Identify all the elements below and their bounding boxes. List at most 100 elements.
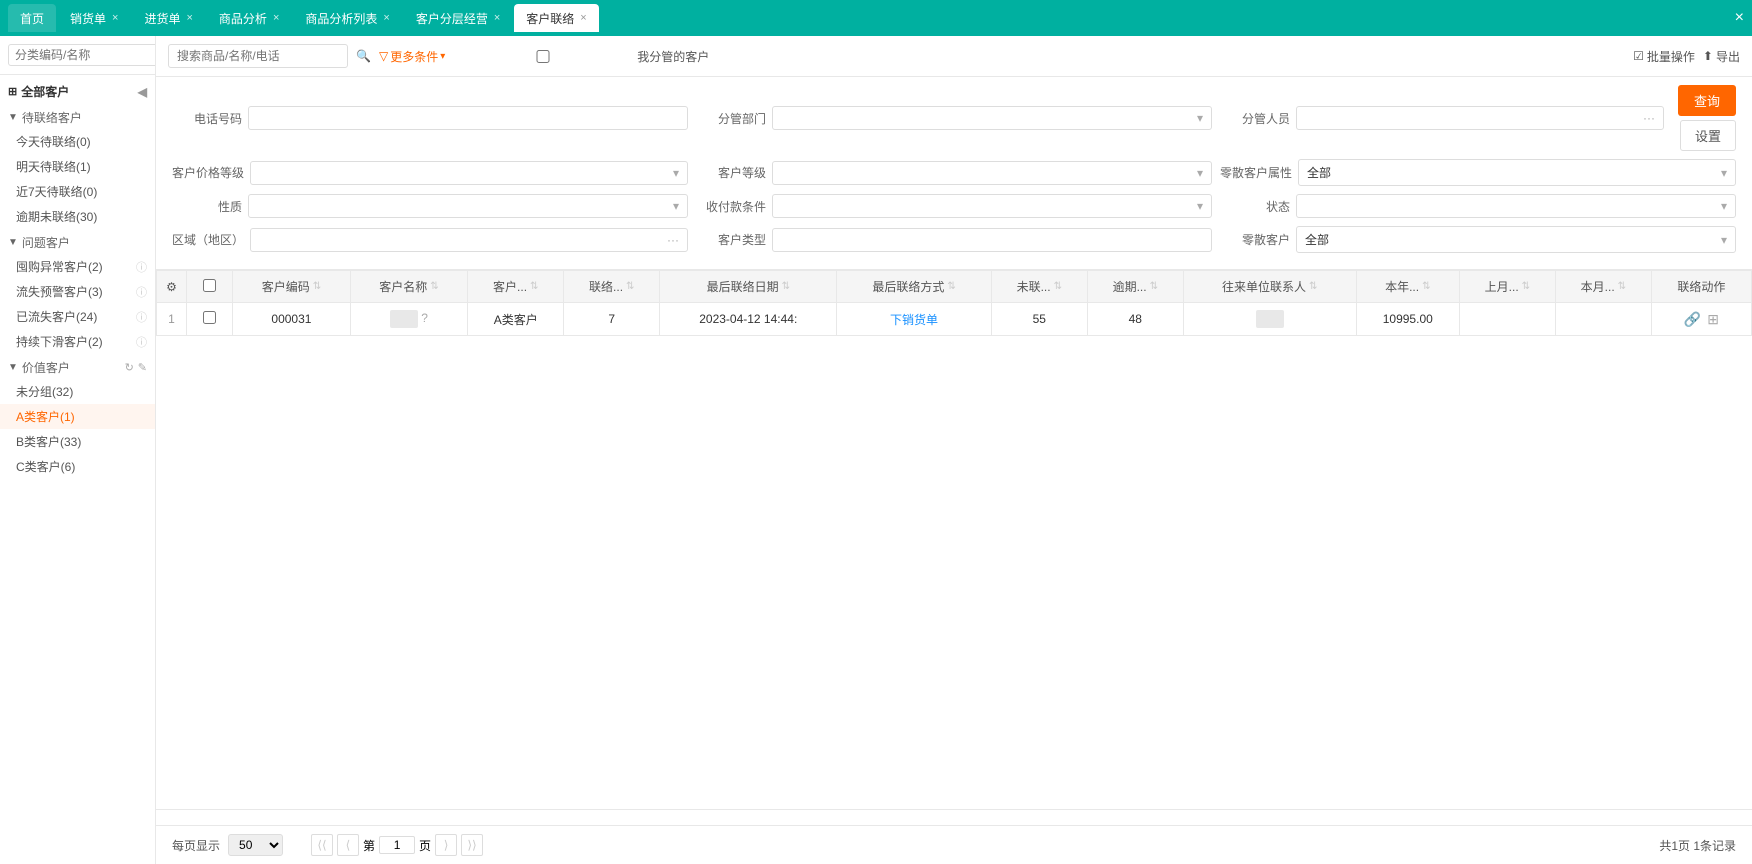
last-page-button[interactable]: ⟩⟩: [461, 834, 483, 856]
refresh-icon[interactable]: ↻: [125, 361, 134, 374]
filter-region-select[interactable]: ···: [250, 228, 688, 252]
select-all-checkbox[interactable]: [203, 279, 216, 292]
action-link-icon[interactable]: 🔗: [1684, 311, 1701, 328]
sidebar-group-problem-customers[interactable]: ▼ 问题客户: [0, 229, 155, 254]
page-size-select[interactable]: 50 20 100: [228, 834, 283, 856]
tab-customer-segment-close[interactable]: ×: [494, 12, 500, 24]
my-customers-checkbox[interactable]: [453, 50, 633, 63]
column-type-sort[interactable]: 客户...⇅: [493, 278, 538, 295]
close-all-tabs[interactable]: ×: [1735, 9, 1744, 27]
edit-icon[interactable]: ✎: [138, 361, 147, 374]
tab-product-analysis-close[interactable]: ×: [273, 12, 279, 24]
column-name-sort[interactable]: 客户名称⇅: [379, 278, 438, 295]
row-checkbox-cell[interactable]: [187, 303, 233, 336]
column-checkbox[interactable]: [187, 271, 233, 303]
row-num: 1: [157, 303, 187, 336]
tab-sales[interactable]: 销货单 ×: [58, 4, 130, 32]
horizontal-scrollbar[interactable]: [156, 809, 1752, 825]
column-gear[interactable]: ⚙: [157, 271, 187, 303]
more-conditions-button[interactable]: ▽ 更多条件 ▾: [379, 48, 445, 65]
row-checkbox[interactable]: [203, 311, 216, 324]
column-this-month-sort[interactable]: 本月...⇅: [1581, 278, 1626, 295]
sidebar-item-class-a-label: A类客户(1): [16, 408, 75, 425]
sidebar-item-class-a[interactable]: A类客户(1): [0, 404, 155, 429]
prev-page-button[interactable]: ⟨: [337, 834, 359, 856]
sidebar-item-ungrouped[interactable]: 未分组(32): [0, 379, 155, 404]
tab-purchase-close[interactable]: ×: [186, 12, 192, 24]
sidebar-search-input[interactable]: [8, 44, 156, 66]
chevron-down-icon-price: ▾: [673, 166, 679, 180]
sidebar-item-declining[interactable]: 持续下滑客户(2) ⓘ: [0, 329, 155, 354]
filter-retail-attr: 零散客户属性 全部 ▾: [1220, 159, 1736, 186]
sort-icon-name: ⇅: [430, 281, 438, 292]
tab-customer-contact[interactable]: 客户联络 ×: [514, 4, 598, 32]
tab-product-analysis-list-close[interactable]: ×: [383, 12, 389, 24]
sort-icon-overdue: ⇅: [1150, 281, 1158, 292]
sidebar-collapse-icon[interactable]: ◀: [138, 85, 147, 99]
column-contact-count-sort[interactable]: 联络...⇅: [589, 278, 634, 295]
filter-status-select[interactable]: ▾: [1296, 194, 1736, 218]
sidebar-item-overdue-contact[interactable]: 逾期未联络(30): [0, 204, 155, 229]
row-last-month: [1459, 303, 1555, 336]
tab-customer-contact-close[interactable]: ×: [580, 12, 586, 24]
tab-sales-close[interactable]: ×: [112, 12, 118, 24]
column-overdue-sort[interactable]: 逾期...⇅: [1113, 278, 1158, 295]
sidebar-item-hoarding[interactable]: 囤购异常客户(2) ⓘ: [0, 254, 155, 279]
column-last-contact-method-sort[interactable]: 最后联络方式⇅: [872, 278, 955, 295]
data-table-container: ⚙ 客户编码⇅ 客户名称⇅: [156, 270, 1752, 809]
filter-dept-select[interactable]: ▾: [772, 106, 1212, 130]
filter-price-level-select[interactable]: ▾: [250, 161, 688, 185]
tab-customer-segment[interactable]: 客户分层经营 ×: [404, 4, 512, 32]
batch-operations-button[interactable]: ☑ 批量操作: [1633, 48, 1695, 65]
sidebar-item-7day-pending[interactable]: 近7天待联络(0): [0, 179, 155, 204]
info-icon-churned: ⓘ: [136, 309, 147, 325]
sidebar-group-pending-label: 待联络客户: [22, 109, 82, 126]
filter-person-select[interactable]: ···: [1296, 106, 1664, 130]
filter-payment-select[interactable]: ▾: [772, 194, 1212, 218]
action-grid-icon[interactable]: ⊞: [1707, 311, 1719, 328]
filter-dots-region[interactable]: ···: [667, 233, 679, 247]
filter-retail-customer-select[interactable]: 全部 ▾: [1296, 226, 1736, 253]
batch-icon: ☑: [1633, 49, 1644, 63]
sort-icon-last-date: ⇅: [782, 281, 790, 292]
column-year-amount-sort[interactable]: 本年...⇅: [1385, 278, 1430, 295]
sidebar-group-pending-contact[interactable]: ▼ 待联络客户: [0, 104, 155, 129]
tab-purchase[interactable]: 进货单 ×: [132, 4, 204, 32]
filter-phone-input[interactable]: [248, 106, 688, 130]
sidebar-group-value-customers[interactable]: ▼ 价值客户 ↻ ✎: [0, 354, 155, 379]
filter-customer-type-input[interactable]: [772, 228, 1212, 252]
column-code-sort[interactable]: 客户编码⇅: [262, 278, 321, 295]
tab-home[interactable]: 首页: [8, 4, 56, 32]
row-this-month: [1555, 303, 1651, 336]
sidebar-item-class-c[interactable]: C类客户(6): [0, 454, 155, 479]
sidebar-item-churned[interactable]: 已流失客户(24) ⓘ: [0, 304, 155, 329]
chevron-down-icon-nature: ▾: [673, 199, 679, 213]
table-header-row: ⚙ 客户编码⇅ 客户名称⇅: [157, 271, 1752, 303]
column-action: 联络动作: [1651, 271, 1751, 303]
tab-product-analysis[interactable]: 商品分析 ×: [207, 4, 291, 32]
filter-retail-attr-select[interactable]: 全部 ▾: [1298, 159, 1736, 186]
chevron-down-icon-payment: ▾: [1197, 199, 1203, 213]
filter-customer-level-select[interactable]: ▾: [772, 161, 1212, 185]
sidebar-item-today-pending[interactable]: 今天待联络(0): [0, 129, 155, 154]
tab-product-analysis-list[interactable]: 商品分析列表 ×: [293, 4, 401, 32]
column-contact-person-sort[interactable]: 往来单位联系人⇅: [1222, 278, 1317, 295]
settings-button[interactable]: 设置: [1680, 120, 1736, 151]
filter-nature-select[interactable]: ▾: [248, 194, 688, 218]
page-input[interactable]: [379, 836, 415, 854]
first-page-button[interactable]: ⟨⟨: [311, 834, 333, 856]
column-not-contacted-sort[interactable]: 未联...⇅: [1017, 278, 1062, 295]
export-button[interactable]: ⬆ 导出: [1703, 48, 1740, 65]
last-contact-method-link[interactable]: 下销货单: [890, 313, 938, 327]
filter-dots-person[interactable]: ···: [1643, 111, 1655, 125]
sidebar-item-class-b[interactable]: B类客户(33): [0, 429, 155, 454]
column-last-contact-date-sort[interactable]: 最后联络日期⇅: [707, 278, 790, 295]
search-input[interactable]: [168, 44, 348, 68]
sidebar-item-tomorrow-pending[interactable]: 明天待联络(1): [0, 154, 155, 179]
column-last-month-sort[interactable]: 上月...⇅: [1485, 278, 1530, 295]
query-button[interactable]: 查询: [1678, 85, 1736, 116]
next-page-button[interactable]: ⟩: [435, 834, 457, 856]
sidebar-item-churn-warning[interactable]: 流失预警客户(3) ⓘ: [0, 279, 155, 304]
column-type: 客户...⇅: [468, 271, 564, 303]
filter-search-icon[interactable]: 🔍: [356, 49, 371, 63]
